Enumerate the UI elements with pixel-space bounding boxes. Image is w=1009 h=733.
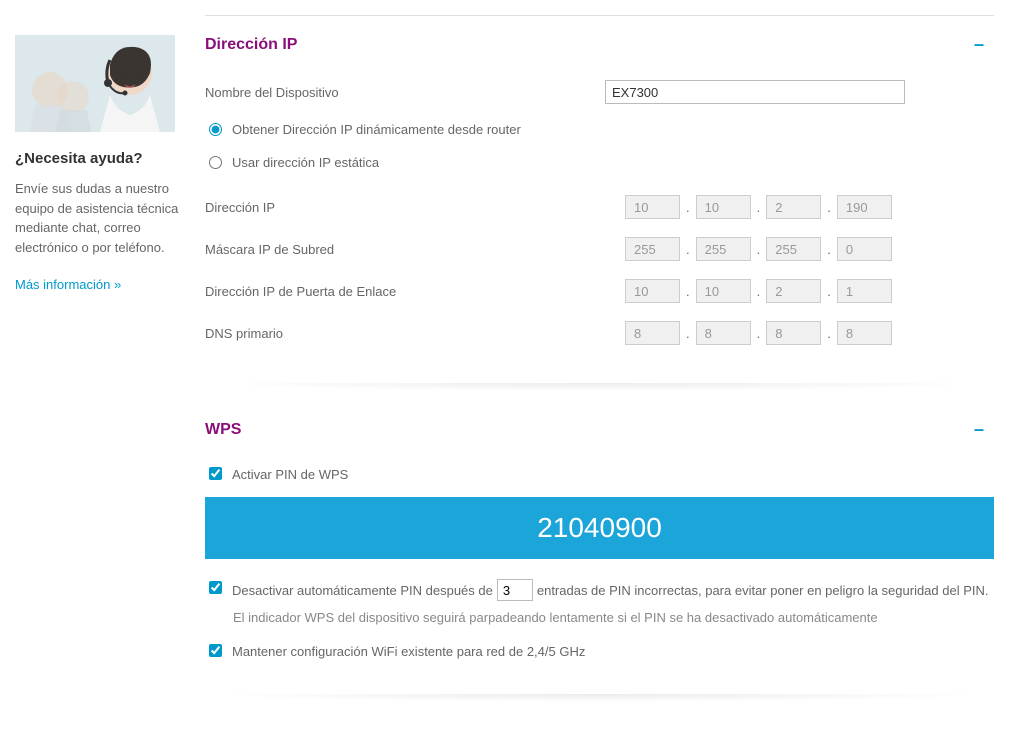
ip-section: Dirección IP – Nombre del Dispositivo Ob… bbox=[205, 15, 994, 373]
device-name-label: Nombre del Dispositivo bbox=[205, 85, 605, 100]
auto-disable-text-post: entradas de PIN incorrectas, para evitar… bbox=[537, 579, 989, 602]
subnet-octet-2 bbox=[696, 237, 751, 261]
section-divider bbox=[205, 383, 994, 391]
help-sidebar: ¿Necesita ayuda? Envíe sus dudas a nuest… bbox=[15, 15, 205, 712]
help-text: Envíe sus dudas a nuestro equipo de asis… bbox=[15, 179, 185, 257]
radio-dynamic-ip[interactable] bbox=[209, 123, 222, 136]
radio-static-label: Usar dirección IP estática bbox=[232, 155, 379, 170]
auto-disable-note: El indicador WPS del dispositivo seguirá… bbox=[233, 608, 994, 628]
device-name-input[interactable] bbox=[605, 80, 905, 104]
ip-octet-3 bbox=[766, 195, 821, 219]
radio-static-ip[interactable] bbox=[209, 156, 222, 169]
wps-section: WPS – Activar PIN de WPS 21040900 Desact… bbox=[205, 401, 994, 684]
help-title: ¿Necesita ayuda? bbox=[15, 150, 185, 167]
section-divider bbox=[205, 694, 994, 702]
wps-pin-banner: 21040900 bbox=[205, 497, 994, 559]
dns-group: . . . bbox=[625, 321, 892, 345]
collapse-icon[interactable]: – bbox=[974, 34, 994, 55]
subnet-group: . . . bbox=[625, 237, 892, 261]
auto-disable-pin-label: Desactivar automáticamente PIN después d… bbox=[232, 579, 989, 602]
keep-wifi-checkbox[interactable] bbox=[209, 644, 222, 657]
auto-disable-pin-checkbox[interactable] bbox=[209, 581, 222, 594]
dns-octet-4 bbox=[837, 321, 892, 345]
ip-octet-4 bbox=[837, 195, 892, 219]
ip-address-group: . . . bbox=[625, 195, 892, 219]
ip-octet-1 bbox=[625, 195, 680, 219]
main-content: Dirección IP – Nombre del Dispositivo Ob… bbox=[205, 15, 994, 712]
dns-octet-2 bbox=[696, 321, 751, 345]
gateway-octet-1 bbox=[625, 279, 680, 303]
dns-octet-1 bbox=[625, 321, 680, 345]
subnet-label: Máscara IP de Subred bbox=[205, 242, 625, 257]
subnet-octet-3 bbox=[766, 237, 821, 261]
help-image bbox=[15, 35, 175, 132]
gateway-octet-3 bbox=[766, 279, 821, 303]
gateway-octet-2 bbox=[696, 279, 751, 303]
dns-label: DNS primario bbox=[205, 326, 625, 341]
radio-dynamic-label: Obtener Dirección IP dinámicamente desde… bbox=[232, 122, 521, 137]
auto-disable-count-input[interactable] bbox=[497, 579, 533, 601]
auto-disable-text-pre: Desactivar automáticamente PIN después d… bbox=[232, 579, 493, 602]
keep-wifi-label: Mantener configuración WiFi existente pa… bbox=[232, 642, 585, 662]
gateway-label: Dirección IP de Puerta de Enlace bbox=[205, 284, 625, 299]
wps-section-title: WPS bbox=[205, 421, 241, 439]
enable-wps-pin-checkbox[interactable] bbox=[209, 467, 222, 480]
ip-section-title: Dirección IP bbox=[205, 36, 297, 54]
subnet-octet-1 bbox=[625, 237, 680, 261]
dns-octet-3 bbox=[766, 321, 821, 345]
ip-octet-2 bbox=[696, 195, 751, 219]
gateway-group: . . . bbox=[625, 279, 892, 303]
enable-wps-pin-label: Activar PIN de WPS bbox=[232, 465, 348, 485]
subnet-octet-4 bbox=[837, 237, 892, 261]
collapse-icon[interactable]: – bbox=[974, 419, 994, 440]
ip-address-label: Dirección IP bbox=[205, 200, 625, 215]
more-info-link[interactable]: Más información » bbox=[15, 277, 121, 292]
gateway-octet-4 bbox=[837, 279, 892, 303]
